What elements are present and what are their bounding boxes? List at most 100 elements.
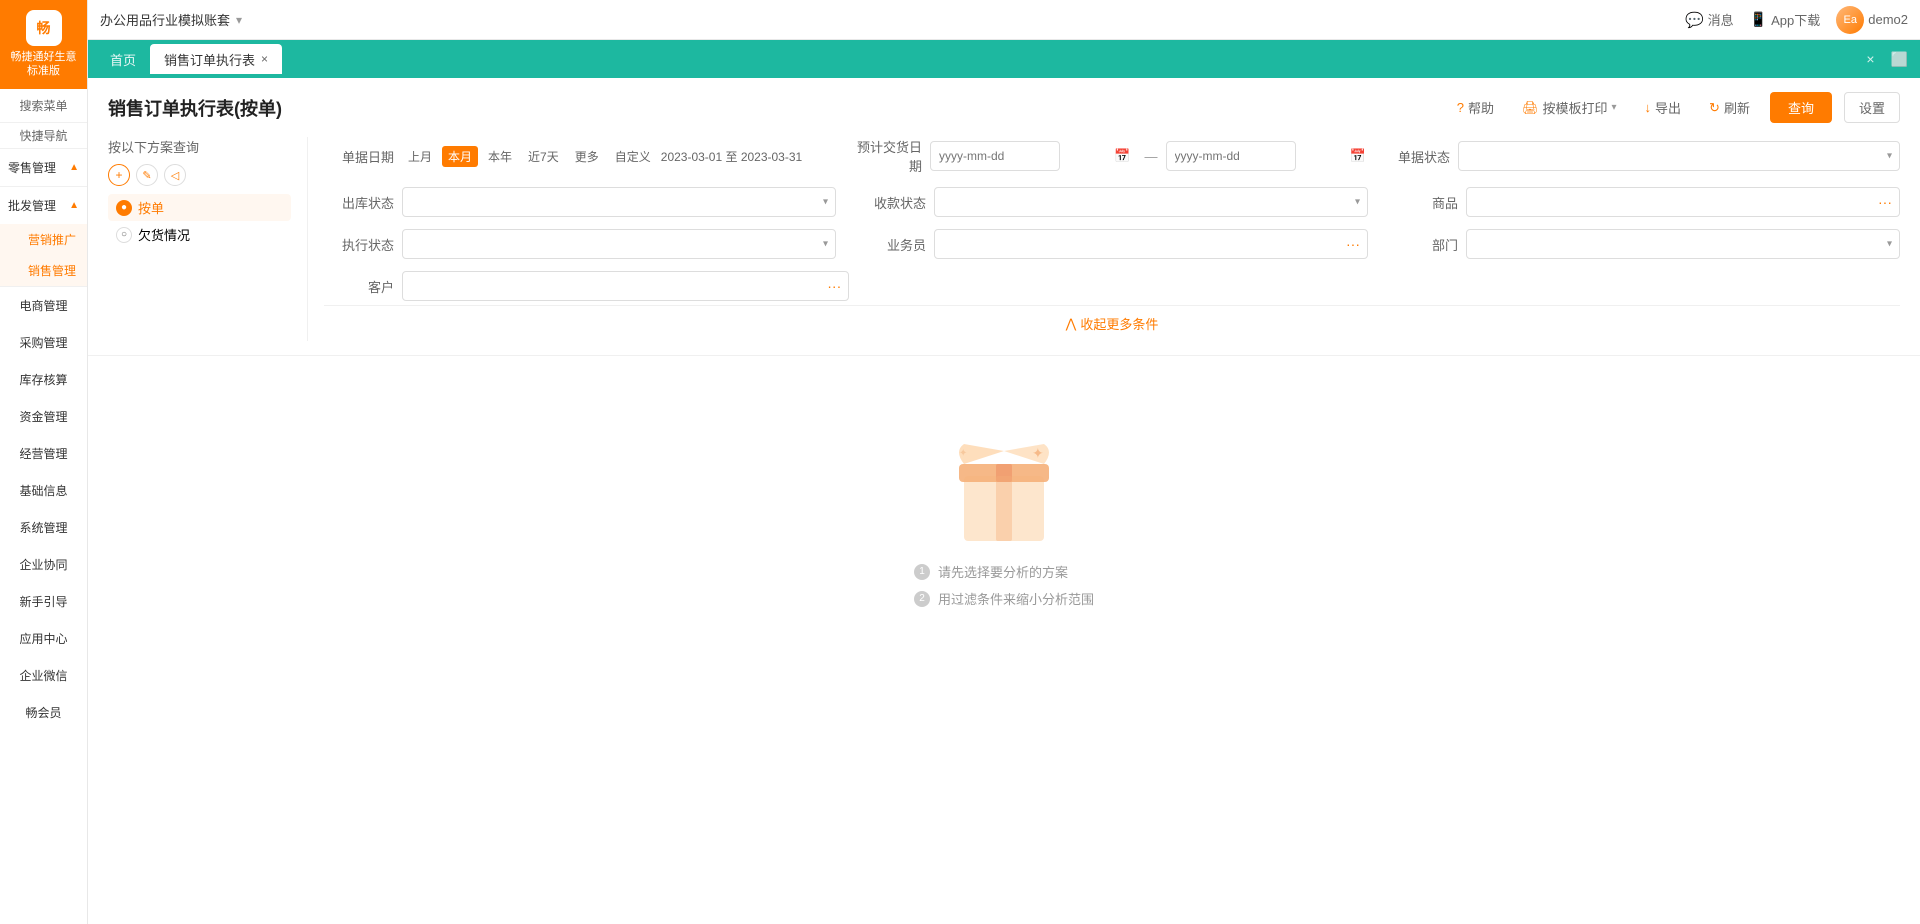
edit-scheme-btn[interactable]: ✎ (136, 164, 158, 186)
sidebar-item-system[interactable]: 系统管理 (0, 509, 87, 546)
appdownload-label: App下载 (1771, 10, 1820, 29)
sidebar-item-member[interactable]: 畅会员 (0, 694, 87, 731)
sidebar-subitem-sales[interactable]: 销售管理 (0, 255, 87, 286)
date-btn-last-month[interactable]: 上月 (402, 146, 438, 167)
export-btn[interactable]: ↓ 导出 (1637, 94, 1690, 121)
sidebar-item-newguide[interactable]: 新手引导 (0, 583, 87, 620)
salesman-input[interactable] (934, 229, 1368, 259)
status-control: ▾ (1458, 141, 1900, 171)
sidebar-item-ecommerce-label: 电商管理 (19, 297, 67, 314)
svg-text:✦: ✦ (959, 448, 967, 459)
window-max-btn[interactable]: ⬜ (1887, 47, 1912, 72)
sidebar-item-ecommerce[interactable]: 电商管理 (0, 287, 87, 324)
add-scheme-btn[interactable]: + (108, 164, 130, 186)
date-btn-custom[interactable]: 自定义 (609, 146, 657, 167)
sidebar-item-wechat[interactable]: 企业微信 (0, 657, 87, 694)
out-status-input[interactable] (402, 187, 836, 217)
scheme-title-label: 按以下方案查询 (108, 137, 199, 156)
sidebar-item-wholesale[interactable]: 批发管理 ▲ (0, 187, 87, 224)
date-btn-7days[interactable]: 近7天 (522, 146, 565, 167)
date-btn-this-year[interactable]: 本年 (482, 146, 518, 167)
sidebar-item-inventory-label: 库存核算 (19, 371, 67, 388)
customer-input[interactable] (402, 271, 849, 301)
topbar-user[interactable]: Ea demo2 (1836, 6, 1908, 34)
out-status-label: 出库状态 (324, 193, 394, 212)
scheme-shortage-icon-inner: ○ (121, 229, 127, 240)
sidebar-item-finance[interactable]: 资金管理 (0, 398, 87, 435)
filter-dept-group: 部门 ▾ (1388, 229, 1900, 259)
topbar-appdownload-btn[interactable]: 📱 App下载 (1750, 10, 1821, 29)
sidebar-item-appcenter[interactable]: 应用中心 (0, 620, 87, 657)
tab-sales-order[interactable]: 销售订单执行表 × (150, 44, 282, 74)
topbar-message-btn[interactable]: 💬 消息 (1685, 10, 1734, 29)
tab-close-icon[interactable]: × (261, 52, 268, 66)
sidebar-quicknav-item[interactable]: 快捷导航 (0, 123, 87, 149)
setting-button[interactable]: 设置 (1844, 92, 1900, 123)
sidebar-item-retail-label: 零售管理 (8, 159, 56, 176)
date-btn-more[interactable]: 更多 (569, 146, 605, 167)
tab-home[interactable]: 首页 (96, 44, 150, 74)
dept-label: 部门 (1388, 235, 1458, 254)
sidebar-item-collab[interactable]: 企业协同 (0, 546, 87, 583)
goods-control: ··· (1466, 187, 1900, 217)
window-close-btn[interactable]: × (1862, 47, 1878, 71)
customer-control: ··· (402, 271, 849, 301)
help-btn[interactable]: ? 帮助 (1449, 94, 1502, 121)
sidebar-item-purchase-label: 采购管理 (19, 334, 67, 351)
scheme-title: 按以下方案查询 (108, 137, 291, 156)
sidebar-item-retail[interactable]: 零售管理 ▲ (0, 149, 87, 186)
sidebar-logo: 畅 畅捷通好生意 标准版 (0, 0, 87, 89)
sidebar-item-inventory[interactable]: 库存核算 (0, 361, 87, 398)
predict-date-from-input[interactable] (930, 141, 1060, 171)
edit-icon: ✎ (142, 169, 151, 182)
template-print-label: 按模板打印 (1542, 98, 1607, 117)
page-title: 销售订单执行表(按单) (108, 95, 282, 121)
logo-subtext: 标准版 (27, 64, 60, 78)
scheme-active-icon: ● (116, 200, 132, 216)
sidebar-wholesale-section: 批发管理 ▲ 营销推广 销售管理 (0, 187, 87, 287)
exec-status-input[interactable] (402, 229, 836, 259)
status-input[interactable] (1458, 141, 1900, 171)
goods-label: 商品 (1388, 193, 1458, 212)
page-actions: ? 帮助 🖨 按模板打印 ▾ ↓ 导出 ↻ 刷新 (1449, 92, 1900, 123)
filter-row-4: 客户 ··· (324, 271, 1900, 301)
empty-illustration: ✦ ✦ (944, 436, 1064, 546)
sidebar-item-appcenter-label: 应用中心 (19, 630, 67, 647)
date-btn-this-month[interactable]: 本月 (442, 146, 478, 167)
filter-out-status-group: 出库状态 ▾ (324, 187, 836, 217)
date-range-display: 2023-03-01 至 2023-03-31 (661, 148, 802, 165)
scheme-item-shortage[interactable]: ○ 欠货情况 (108, 221, 291, 248)
sidebar-search-item[interactable]: 搜索菜单 (0, 89, 87, 123)
chevron-up-icon2: ▲ (69, 200, 79, 211)
predict-date-from-wrap: 📅 (930, 141, 1137, 171)
sidebar-item-purchase[interactable]: 采购管理 (0, 324, 87, 361)
sidebar-item-wechat-label: 企业微信 (19, 667, 67, 684)
sidebar-subitem-marketing[interactable]: 营销推广 (0, 224, 87, 255)
refresh-btn[interactable]: ↻ 刷新 (1701, 94, 1758, 121)
scheme-ghost-icon: ○ (116, 227, 132, 243)
query-button[interactable]: 查询 (1770, 92, 1832, 123)
sidebar-item-basic-info[interactable]: 基础信息 (0, 472, 87, 509)
collapse-btn[interactable]: ⋀ 收起更多条件 (1066, 314, 1159, 333)
collapse-scheme-btn[interactable]: ◁ (164, 164, 186, 186)
dept-control: ▾ (1466, 229, 1900, 259)
filter-exec-status-group: 执行状态 ▾ (324, 229, 836, 259)
goods-input[interactable] (1466, 187, 1900, 217)
predict-date-to-input[interactable] (1166, 141, 1296, 171)
collection-status-input[interactable] (934, 187, 1368, 217)
calendar-icon-from: 📅 (1114, 148, 1130, 164)
sidebar-item-operations[interactable]: 经营管理 (0, 435, 87, 472)
scheme-item-by-order[interactable]: ● 按单 (108, 194, 291, 221)
logo-text: 畅捷通好生意 (11, 50, 77, 64)
export-icon: ↓ (1645, 100, 1652, 115)
topbar-dropdown-icon[interactable]: ▾ (236, 13, 242, 27)
page: 销售订单执行表(按单) ? 帮助 🖨 按模板打印 ▾ ↓ 导出 (88, 78, 1920, 924)
sidebar-item-newguide-label: 新手引导 (19, 593, 67, 610)
calendar-icon-to: 📅 (1350, 148, 1366, 164)
help-label: 帮助 (1468, 98, 1494, 117)
help-icon: ? (1457, 100, 1464, 115)
customer-label: 客户 (324, 277, 394, 296)
dept-input[interactable] (1466, 229, 1900, 259)
template-print-btn[interactable]: 🖨 按模板打印 ▾ (1514, 94, 1625, 121)
main-area: 办公用品行业模拟账套 ▾ 💬 消息 📱 App下载 Ea demo2 首页 销售… (88, 0, 1920, 924)
